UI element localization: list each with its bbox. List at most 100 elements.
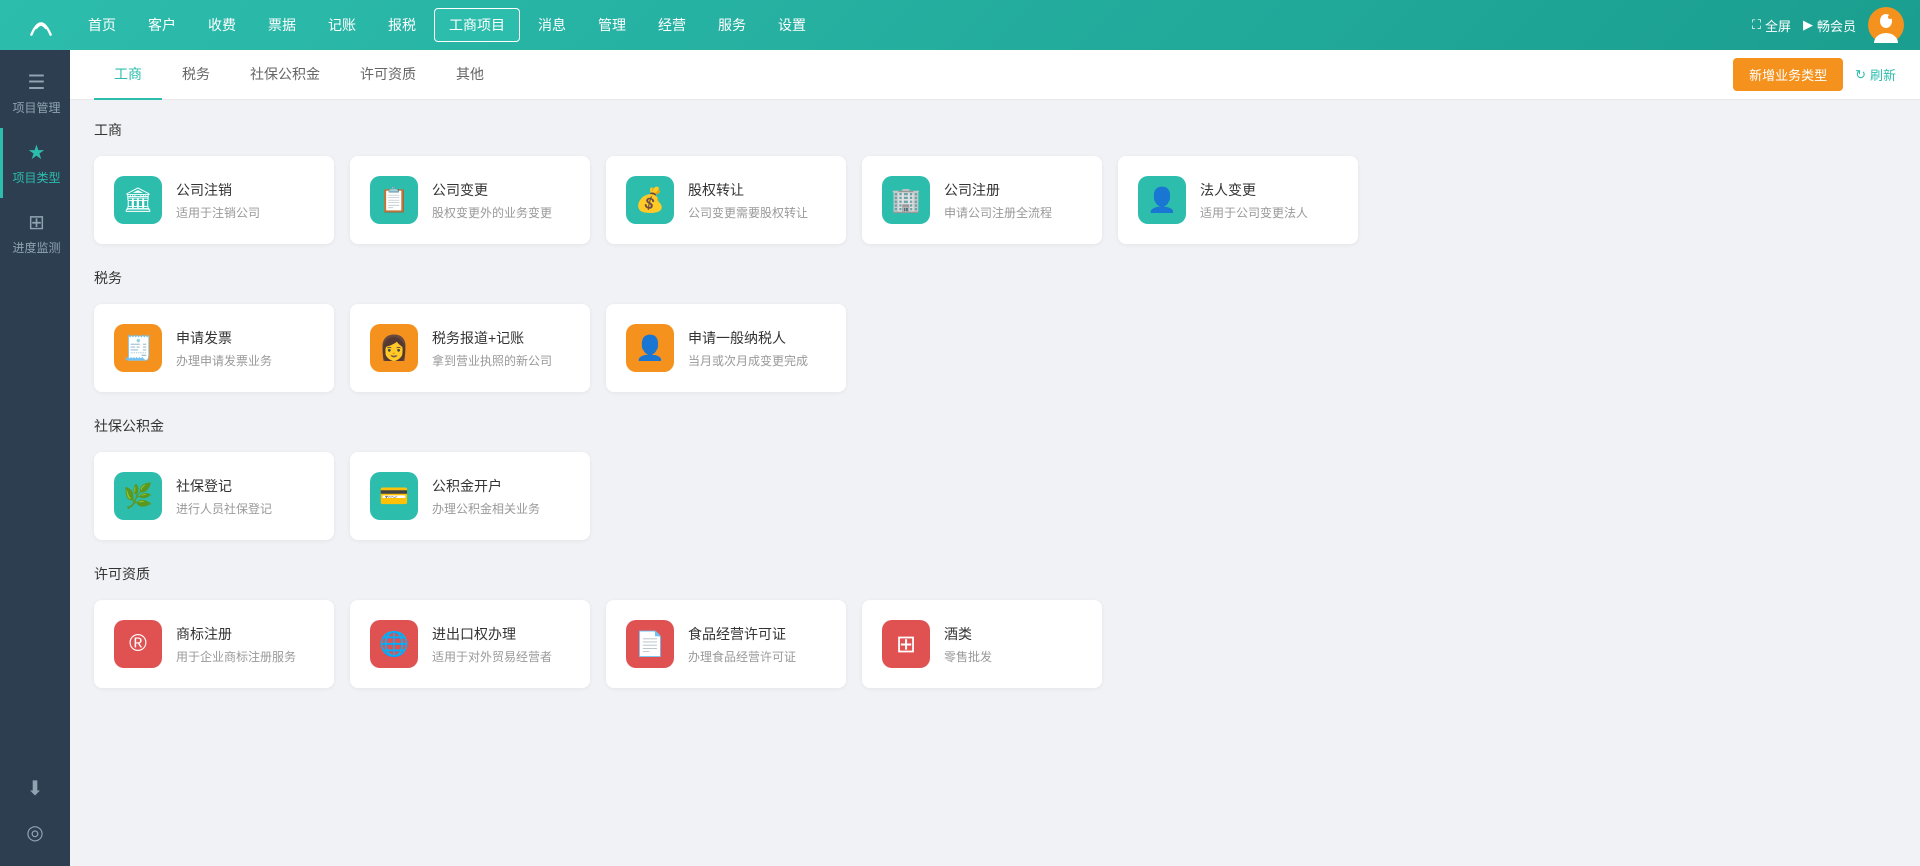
card-icon-进出口权办理: 🌐 — [370, 620, 418, 668]
card-icon-公司变更: 📋 — [370, 176, 418, 224]
card-title-进出口权办理: 进出口权办理 — [432, 624, 570, 644]
service-card-法人变更[interactable]: 👤法人变更适用于公司变更法人 — [1118, 156, 1358, 244]
card-desc-食品经营许可证: 办理食品经营许可证 — [688, 648, 826, 665]
nav-item-首页[interactable]: 首页 — [74, 9, 130, 41]
service-card-公司变更[interactable]: 📋 公司变更股权变更外的业务变更 — [350, 156, 590, 244]
star-icon: ★ — [28, 140, 46, 165]
card-icon-公司注销: 🏛 — [114, 176, 162, 224]
service-card-公司注册[interactable]: 🏢 公司注册申请公司注册全流程 — [862, 156, 1102, 244]
service-card-申请一般纳税人[interactable]: 👤申请一般纳税人当月或次月成变更完成 — [606, 304, 846, 392]
cards-grid-许可资质: ® 商标注册用于企业商标注册服务 🌐 进出口权办理适用于对外贸易经营者 📄 食品经营许可证… — [94, 600, 1896, 688]
tabs-bar: 工商税务社保公积金许可资质其他 新增业务类型 ↻ 刷新 — [70, 50, 1920, 100]
grid-icon: ⊞ — [28, 210, 45, 235]
nav-item-客户[interactable]: 客户 — [134, 9, 190, 41]
card-text-公司变更: 公司变更股权变更外的业务变更 — [432, 180, 570, 221]
section-title-许可资质: 许可资质 — [94, 564, 1896, 584]
card-text-股权转让: 股权转让公司变更需要股权转让 — [688, 180, 826, 221]
nav-item-管理[interactable]: 管理 — [584, 9, 640, 41]
card-title-公司注册: 公司注册 — [944, 180, 1082, 200]
sidebar-item-project-mgmt[interactable]: ☰ 项目管理 — [0, 58, 70, 128]
tab-税务[interactable]: 税务 — [162, 50, 230, 100]
card-desc-公积金开户: 办理公积金相关业务 — [432, 500, 570, 517]
service-card-社保登记[interactable]: 🌿 社保登记进行人员社保登记 — [94, 452, 334, 540]
download-icon[interactable]: ⬇ — [17, 770, 53, 806]
nav-item-经营[interactable]: 经营 — [644, 9, 700, 41]
card-icon-社保登记: 🌿 — [114, 472, 162, 520]
card-icon-公司注册: 🏢 — [882, 176, 930, 224]
tab-许可资质[interactable]: 许可资质 — [340, 50, 436, 100]
card-desc-股权转让: 公司变更需要股权转让 — [688, 204, 826, 221]
card-text-法人变更: 法人变更适用于公司变更法人 — [1200, 180, 1338, 221]
card-icon-食品经营许可证: 📄 — [626, 620, 674, 668]
sidebar-item-project-type[interactable]: ★ 项目类型 — [0, 128, 70, 198]
service-card-税务报道+记账[interactable]: 👩 税务报道+记账拿到营业执照的新公司 — [350, 304, 590, 392]
service-card-申请发票[interactable]: 🧾 申请发票办理申请发票业务 — [94, 304, 334, 392]
card-text-酒类: 酒类零售批发 — [944, 624, 1082, 665]
service-card-进出口权办理[interactable]: 🌐 进出口权办理适用于对外贸易经营者 — [350, 600, 590, 688]
card-desc-社保登记: 进行人员社保登记 — [176, 500, 314, 517]
card-desc-公司注册: 申请公司注册全流程 — [944, 204, 1082, 221]
service-card-公积金开户[interactable]: 💳公积金开户办理公积金相关业务 — [350, 452, 590, 540]
card-icon-申请发票: 🧾 — [114, 324, 162, 372]
card-title-申请发票: 申请发票 — [176, 328, 314, 348]
nav-item-设置[interactable]: 设置 — [764, 9, 820, 41]
card-text-公司注销: 公司注销适用于注销公司 — [176, 180, 314, 221]
card-desc-公司注销: 适用于注销公司 — [176, 204, 314, 221]
card-icon-股权转让: 💰 — [626, 176, 674, 224]
list-icon: ☰ — [28, 70, 46, 95]
nav-item-消息[interactable]: 消息 — [524, 9, 580, 41]
card-title-社保登记: 社保登记 — [176, 476, 314, 496]
card-desc-公司变更: 股权变更外的业务变更 — [432, 204, 570, 221]
service-card-食品经营许可证[interactable]: 📄 食品经营许可证办理食品经营许可证 — [606, 600, 846, 688]
avatar[interactable] — [1868, 7, 1904, 43]
card-text-申请发票: 申请发票办理申请发票业务 — [176, 328, 314, 369]
content-area: 工商税务社保公积金许可资质其他 新增业务类型 ↻ 刷新 工商🏛公司注销适用于注销… — [70, 50, 1920, 866]
fullscreen-icon: ⛶ — [1752, 17, 1761, 33]
card-title-公司变更: 公司变更 — [432, 180, 570, 200]
card-title-食品经营许可证: 食品经营许可证 — [688, 624, 826, 644]
tab-其他[interactable]: 其他 — [436, 50, 504, 100]
location-icon[interactable]: ◎ — [17, 814, 53, 850]
refresh-button[interactable]: ↻ 刷新 — [1855, 65, 1896, 84]
card-desc-税务报道+记账: 拿到营业执照的新公司 — [432, 352, 570, 369]
nav-item-报税[interactable]: 报税 — [374, 9, 430, 41]
add-type-button[interactable]: 新增业务类型 — [1733, 58, 1843, 91]
card-title-税务报道+记账: 税务报道+记账 — [432, 328, 570, 348]
nav-item-收费[interactable]: 收费 — [194, 9, 250, 41]
section-title-社保公积金: 社保公积金 — [94, 416, 1896, 436]
service-card-股权转让[interactable]: 💰 股权转让公司变更需要股权转让 — [606, 156, 846, 244]
fullscreen-btn[interactable]: ⛶ 全屏 — [1752, 16, 1791, 35]
section-title-工商: 工商 — [94, 120, 1896, 140]
card-text-申请一般纳税人: 申请一般纳税人当月或次月成变更完成 — [688, 328, 826, 369]
main-layout: ☰ 项目管理 ★ 项目类型 ⊞ 进度监测 ⬇ ◎ 工商税务社保公积金许可资质其他… — [0, 50, 1920, 866]
card-desc-申请发票: 办理申请发票业务 — [176, 352, 314, 369]
member-btn[interactable]: ▶ 畅会员 — [1803, 16, 1856, 35]
service-card-公司注销[interactable]: 🏛 公司注销适用于注销公司 — [94, 156, 334, 244]
nav-item-票据[interactable]: 票据 — [254, 9, 310, 41]
card-title-公积金开户: 公积金开户 — [432, 476, 570, 496]
sidebar-item-progress[interactable]: ⊞ 进度监测 — [0, 198, 70, 268]
card-text-商标注册: 商标注册用于企业商标注册服务 — [176, 624, 314, 665]
sidebar-bottom: ⬇ ◎ — [17, 770, 53, 850]
section-title-税务: 税务 — [94, 268, 1896, 288]
card-title-商标注册: 商标注册 — [176, 624, 314, 644]
left-sidebar: ☰ 项目管理 ★ 项目类型 ⊞ 进度监测 ⬇ ◎ — [0, 50, 70, 866]
tab-工商[interactable]: 工商 — [94, 50, 162, 100]
card-desc-进出口权办理: 适用于对外贸易经营者 — [432, 648, 570, 665]
service-card-酒类[interactable]: ⊞ 酒类零售批发 — [862, 600, 1102, 688]
card-icon-税务报道+记账: 👩 — [370, 324, 418, 372]
service-card-商标注册[interactable]: ® 商标注册用于企业商标注册服务 — [94, 600, 334, 688]
card-text-公积金开户: 公积金开户办理公积金相关业务 — [432, 476, 570, 517]
card-text-税务报道+记账: 税务报道+记账拿到营业执照的新公司 — [432, 328, 570, 369]
card-desc-申请一般纳税人: 当月或次月成变更完成 — [688, 352, 826, 369]
nav-item-工商项目[interactable]: 工商项目 — [434, 8, 520, 42]
refresh-icon: ↻ — [1855, 67, 1866, 83]
nav-item-服务[interactable]: 服务 — [704, 9, 760, 41]
card-text-社保登记: 社保登记进行人员社保登记 — [176, 476, 314, 517]
tab-社保公积金[interactable]: 社保公积金 — [230, 50, 340, 100]
nav-item-记账[interactable]: 记账 — [314, 9, 370, 41]
scroll-content: 工商 🏛 公司注销适用于注销公司 📋 公司变更股权变更外的业务变更 💰 股权转让公司变更需要… — [70, 100, 1920, 866]
card-icon-商标注册: ® — [114, 620, 162, 668]
card-icon-酒类: ⊞ — [882, 620, 930, 668]
card-title-申请一般纳税人: 申请一般纳税人 — [688, 328, 826, 348]
